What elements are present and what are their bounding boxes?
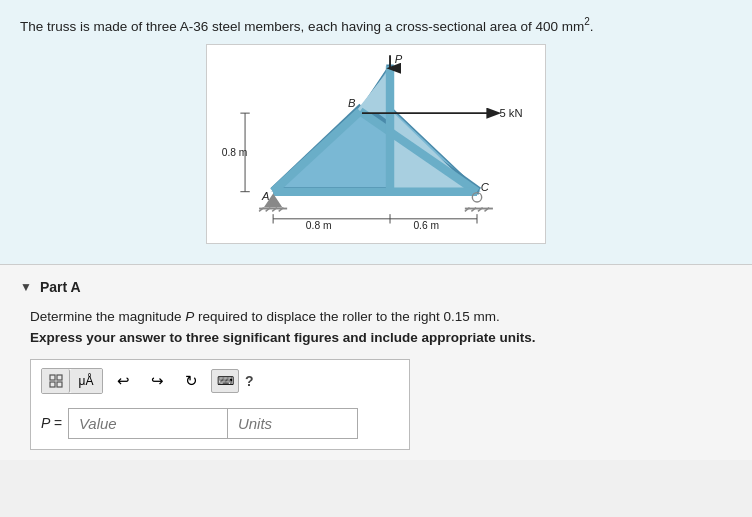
keyboard-btn[interactable]: ⌨ bbox=[211, 369, 239, 393]
units-input[interactable] bbox=[228, 408, 358, 439]
refresh-icon: ↻ bbox=[185, 372, 198, 390]
label-a: A bbox=[261, 190, 269, 202]
mu-a-btn[interactable]: μÅ bbox=[70, 369, 102, 393]
input-row: P = bbox=[41, 408, 399, 439]
redo-icon: ↪ bbox=[151, 372, 164, 390]
determine-suffix: required to displace the roller to the r… bbox=[194, 309, 499, 324]
determine-italic: P bbox=[185, 309, 194, 324]
mu-a-label: μÅ bbox=[79, 374, 94, 388]
determine-text: Determine the magnitude P required to di… bbox=[30, 309, 722, 324]
format-box-btn[interactable] bbox=[42, 369, 70, 393]
value-input[interactable] bbox=[68, 408, 228, 439]
label-08m-bottom: 0.8 m bbox=[306, 220, 332, 231]
part-header: ▼ Part A bbox=[20, 279, 732, 295]
label-b: B bbox=[348, 96, 356, 108]
answer-box: μÅ ↩ ↪ ↻ ⌨ bbox=[30, 359, 410, 450]
part-title: Part A bbox=[40, 279, 81, 295]
truss-diagram: P B A C 5 kN 0.8 m 0.8 m bbox=[206, 44, 546, 244]
format-button-group[interactable]: μÅ bbox=[41, 368, 103, 394]
redo-btn[interactable]: ↪ bbox=[143, 369, 171, 393]
label-5kn: 5 kN bbox=[499, 106, 522, 118]
svg-rect-0 bbox=[50, 375, 55, 380]
part-body: Determine the magnitude P required to di… bbox=[20, 309, 732, 450]
format-box-icon bbox=[49, 374, 63, 388]
label-08m-left: 0.8 m bbox=[222, 147, 248, 158]
svg-rect-1 bbox=[57, 375, 62, 380]
problem-superscript: 2 bbox=[584, 16, 590, 27]
svg-rect-2 bbox=[50, 382, 55, 387]
part-section: ▼ Part A Determine the magnitude P requi… bbox=[0, 265, 752, 460]
undo-icon: ↩ bbox=[117, 372, 130, 390]
keyboard-icon: ⌨ bbox=[217, 374, 234, 388]
help-btn[interactable]: ? bbox=[245, 373, 254, 389]
express-text: Express your answer to three significant… bbox=[30, 330, 722, 345]
determine-prefix: Determine the magnitude bbox=[30, 309, 185, 324]
undo-btn[interactable]: ↩ bbox=[109, 369, 137, 393]
problem-container: The truss is made of three A-36 steel me… bbox=[0, 0, 752, 265]
part-arrow-icon: ▼ bbox=[20, 280, 32, 294]
svg-rect-3 bbox=[57, 382, 62, 387]
problem-text-main: The truss is made of three A-36 steel me… bbox=[20, 19, 584, 34]
reset-btn[interactable]: ↻ bbox=[177, 369, 205, 393]
toolbar: μÅ ↩ ↪ ↻ ⌨ bbox=[41, 368, 399, 400]
problem-description: The truss is made of three A-36 steel me… bbox=[20, 16, 732, 34]
label-p: P bbox=[395, 55, 403, 65]
label-06m-bottom: 0.6 m bbox=[413, 220, 439, 231]
diagram-area: P B A C 5 kN 0.8 m 0.8 m bbox=[20, 44, 732, 244]
p-label: P = bbox=[41, 415, 68, 431]
truss-svg: P B A C 5 kN 0.8 m 0.8 m bbox=[217, 55, 535, 233]
label-c: C bbox=[481, 180, 490, 192]
